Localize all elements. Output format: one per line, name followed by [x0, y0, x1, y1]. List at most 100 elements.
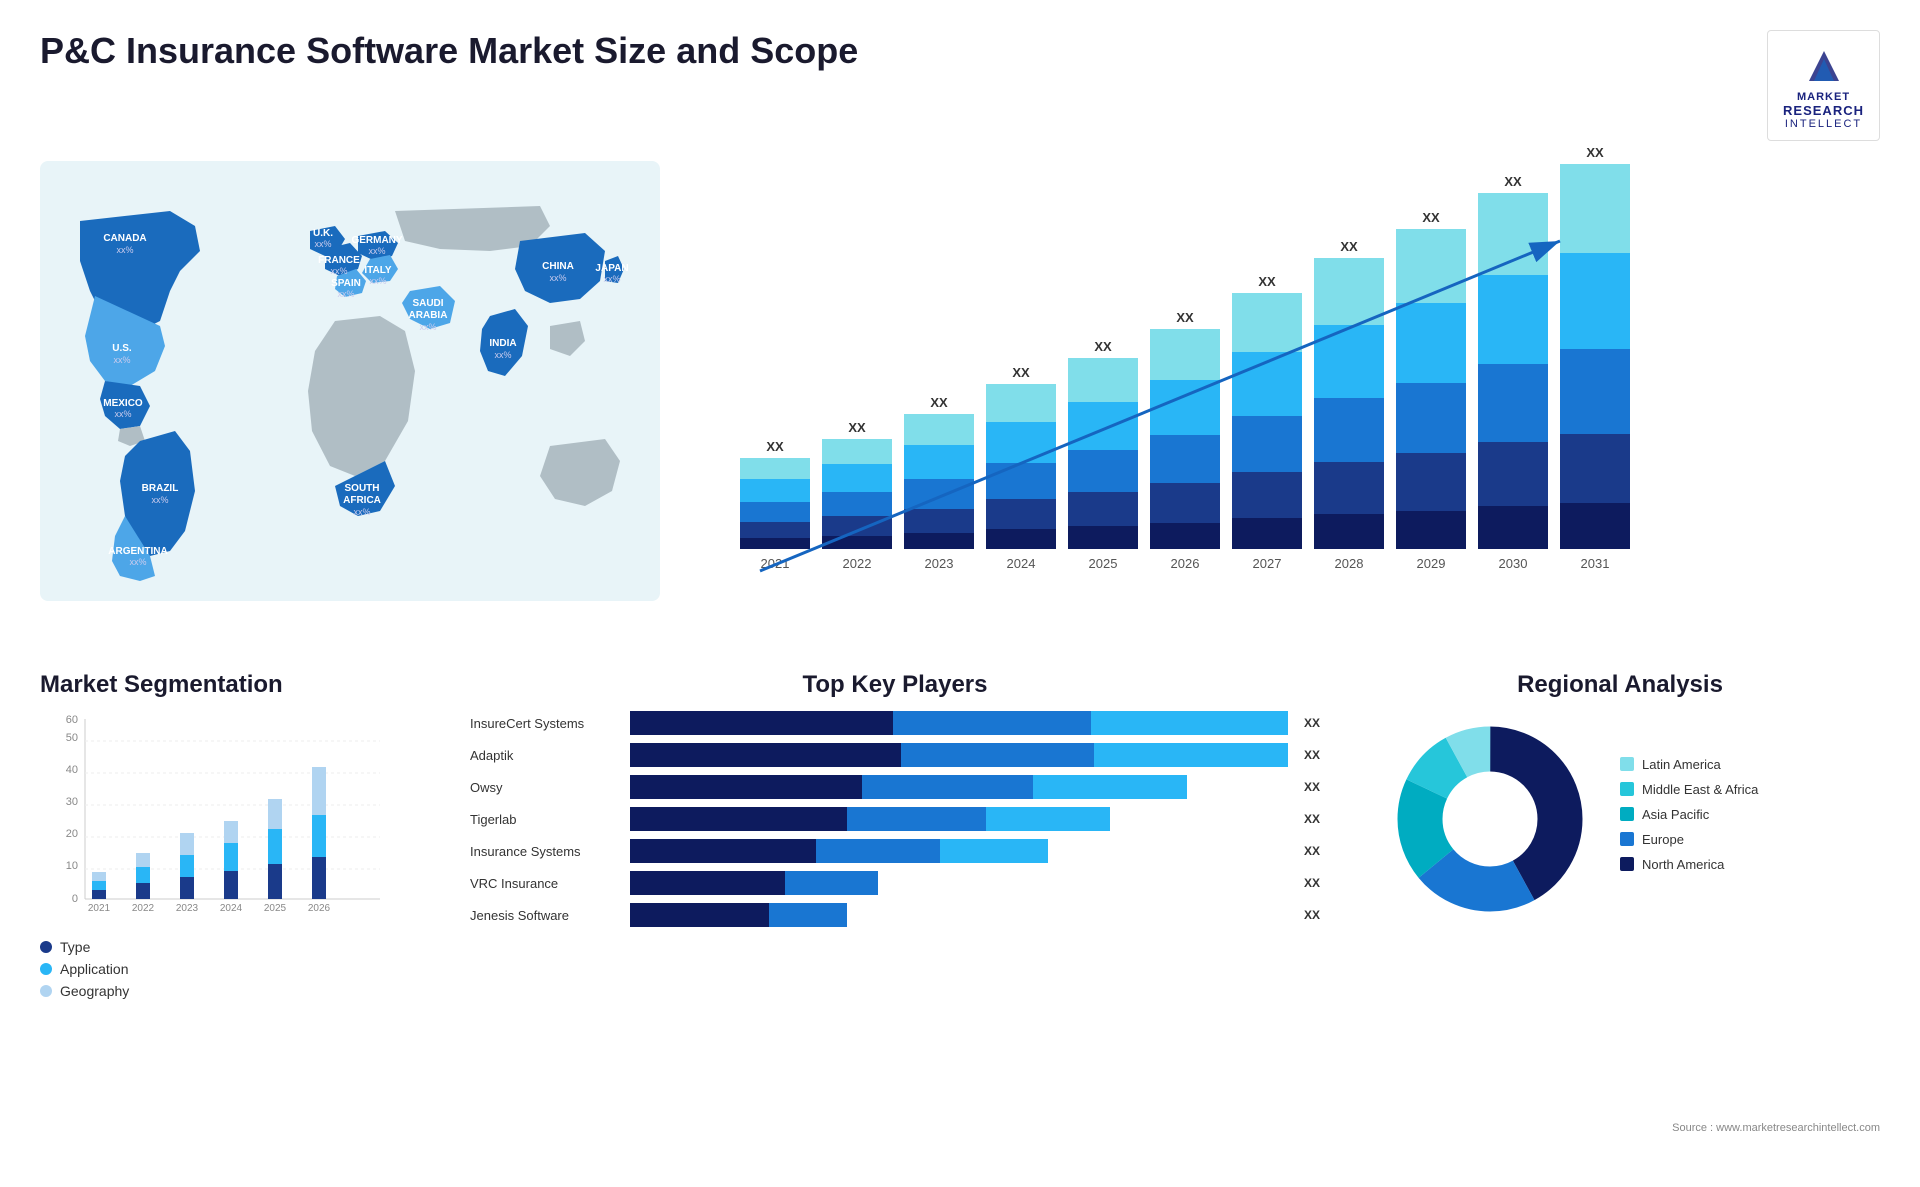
- saudi-pct: xx%: [419, 322, 436, 332]
- bar-seg-4: [1150, 329, 1220, 380]
- bar-stack-2031: [1560, 164, 1630, 549]
- france-pct: xx%: [330, 266, 347, 276]
- player-bar-inner: [630, 839, 1288, 863]
- legend-north-america: North America: [1620, 857, 1860, 872]
- bar-seg-2: [1068, 450, 1138, 492]
- bar-chart-area: XX2021XX2022XX2023XX2024XX2025XX2026XX20…: [740, 221, 1860, 601]
- player-bar-seg: [862, 775, 1032, 799]
- player-bar-seg: [630, 743, 901, 767]
- bar-seg-3: [822, 464, 892, 492]
- player-name: Jenesis Software: [470, 908, 620, 923]
- bar-year-2023: 2023: [925, 556, 954, 571]
- svg-text:2026: 2026: [308, 903, 331, 914]
- germany-pct: xx%: [368, 246, 385, 256]
- regional-content: Latin America Middle East & Africa Asia …: [1380, 709, 1860, 929]
- bar-seg-1: [822, 516, 892, 536]
- player-name: Insurance Systems: [470, 844, 620, 859]
- player-xx-label: XX: [1304, 743, 1320, 767]
- bar-seg-2: [904, 479, 974, 509]
- map-section: CANADA xx% U.S. xx% MEXICO xx% BRAZIL xx…: [40, 151, 700, 641]
- player-bar-container: [630, 775, 1288, 799]
- italy-label: ITALY: [364, 265, 392, 276]
- bar-group-2023: XX 2023: [904, 395, 974, 571]
- bar-stack-2028: [1314, 258, 1384, 549]
- legend-europe: Europe: [1620, 832, 1860, 847]
- saudi-label2: ARABIA: [409, 310, 448, 321]
- bar-stack-2023: [904, 414, 974, 549]
- svg-text:2021: 2021: [88, 903, 111, 914]
- bar-group-2022: XX2022: [822, 420, 892, 571]
- label-asia: Asia Pacific: [1642, 807, 1709, 822]
- dot-north-america: [1620, 857, 1634, 871]
- bar-group-2031: XX2031: [1560, 145, 1630, 571]
- legend-application: Application: [40, 961, 430, 977]
- legend-label-application: Application: [60, 961, 129, 977]
- svg-text:2022: 2022: [132, 903, 155, 914]
- logo-line3: INTELLECT: [1785, 118, 1862, 130]
- bar-group-2029: XX 2029: [1396, 210, 1466, 571]
- bar-seg-1: [1150, 483, 1220, 523]
- svg-text:2024: 2024: [220, 903, 243, 914]
- bar-seg-1: [1396, 453, 1466, 511]
- bar-seg-2: [986, 463, 1056, 499]
- regional-title: Regional Analysis: [1380, 671, 1860, 699]
- source-text: Source : www.marketresearchintellect.com: [1672, 1122, 1880, 1134]
- player-name: InsureCert Systems: [470, 716, 620, 731]
- brazil-label: BRAZIL: [142, 483, 179, 494]
- svg-text:50: 50: [66, 732, 78, 744]
- map-svg: CANADA xx% U.S. xx% MEXICO xx% BRAZIL xx…: [40, 161, 660, 601]
- player-bar-inner: [630, 743, 1288, 767]
- player-bar-seg: [630, 871, 785, 895]
- bar-seg-2: [1396, 383, 1466, 453]
- bar-group-2021: XX2021: [740, 439, 810, 571]
- bar-seg-3: [1396, 303, 1466, 383]
- player-bar-inner: [630, 807, 1288, 831]
- bar-stack-2027: [1232, 293, 1302, 549]
- bar-seg-1: [1478, 442, 1548, 506]
- player-row: InsureCert SystemsXX: [470, 711, 1320, 735]
- bar-xx-2028: XX: [1340, 239, 1357, 254]
- legend-label-geography: Geography: [60, 983, 129, 999]
- bar-seg-0: [904, 533, 974, 549]
- bar-seg-3: [740, 479, 810, 502]
- saudi-label: SAUDI: [412, 298, 443, 309]
- bar-xx-2026: XX: [1176, 310, 1193, 325]
- main-grid: CANADA xx% U.S. xx% MEXICO xx% BRAZIL xx…: [0, 151, 1920, 1187]
- bar-xx-2025: XX: [1094, 339, 1111, 354]
- bar-seg-3: [1560, 253, 1630, 349]
- label-europe: Europe: [1642, 832, 1684, 847]
- player-xx-label: XX: [1304, 871, 1320, 895]
- bar-group-2025: XX2025: [1068, 339, 1138, 571]
- spain-label: SPAIN: [331, 278, 361, 289]
- seg-legend: Type Application Geography: [40, 939, 430, 999]
- player-bar-seg: [940, 839, 1048, 863]
- seg-chart-svg: 0 10 20 30 40 50 60: [40, 709, 400, 929]
- bar-stack-2030: [1478, 193, 1548, 549]
- brazil-pct: xx%: [151, 495, 168, 505]
- legend-dot-application: [40, 963, 52, 975]
- bar-xx-2029: XX: [1422, 210, 1439, 225]
- bar-stack-2021: [740, 458, 810, 549]
- player-xx-label: XX: [1304, 839, 1320, 863]
- bar-stack-2024: [986, 384, 1056, 549]
- us-label: U.S.: [112, 343, 132, 354]
- player-bar-container: [630, 871, 1288, 895]
- player-row: Insurance Systems XX: [470, 839, 1320, 863]
- bar-xx-2023: XX: [930, 395, 947, 410]
- dot-europe: [1620, 832, 1634, 846]
- bar-seg-4: [1560, 164, 1630, 253]
- bar-xx-2022: XX: [848, 420, 865, 435]
- legend-label-type: Type: [60, 939, 90, 955]
- players-section: Top Key Players InsureCert SystemsXXAdap…: [450, 661, 1340, 1177]
- legend-dot-geography: [40, 985, 52, 997]
- bar-seg-4: [1396, 229, 1466, 303]
- india-pct: xx%: [494, 350, 511, 360]
- bar-seg-4: [1068, 358, 1138, 402]
- player-bar-container: [630, 711, 1288, 735]
- bar-year-2029: 2029: [1417, 556, 1446, 571]
- player-bar-container: [630, 743, 1288, 767]
- bar-seg-0: [1478, 506, 1548, 549]
- bar-group-2024: XX2024: [986, 365, 1056, 571]
- bar-seg-2: [1560, 349, 1630, 434]
- canada-label: CANADA: [103, 233, 146, 244]
